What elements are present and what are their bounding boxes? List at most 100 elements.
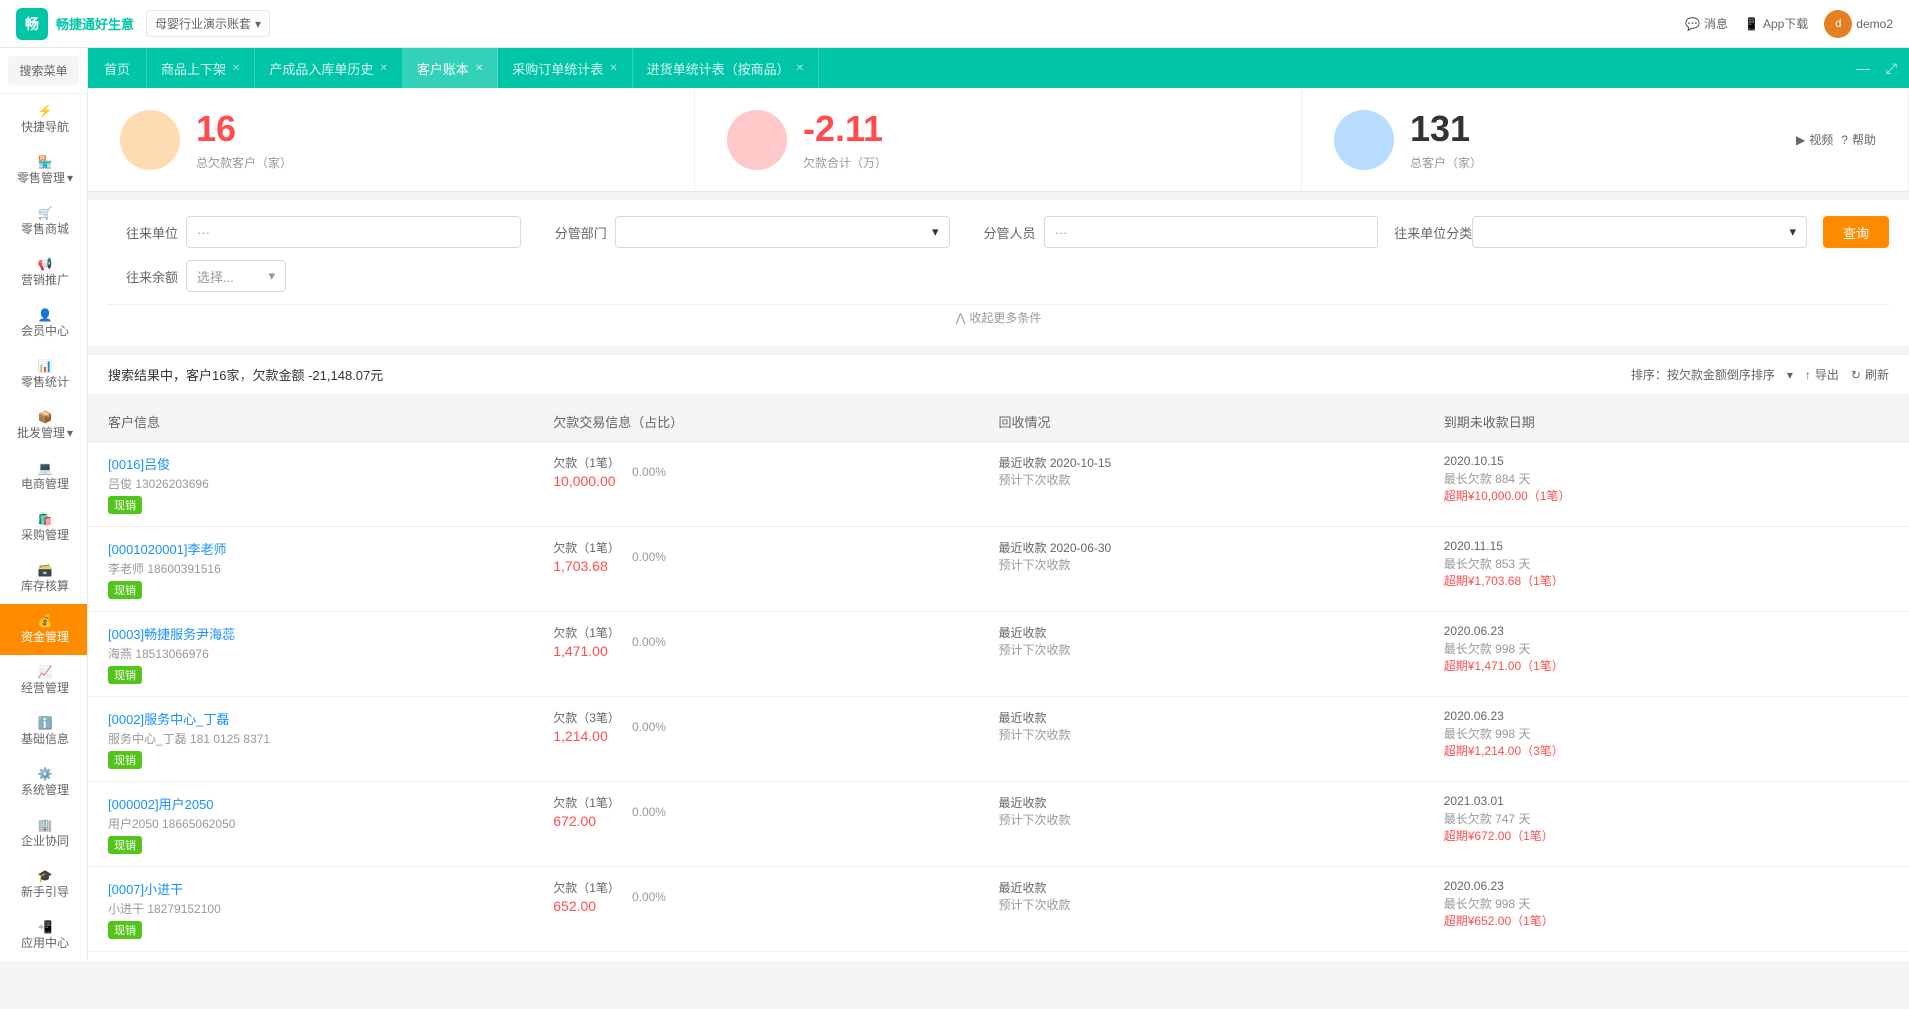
top-bar-left: 畅 畅捷通好生意 母婴行业演示账套 ▾ [16,8,270,40]
category-filter-label: 往来单位分类 [1394,223,1464,242]
result-info: 搜索结果中，客户16家，欠款金额 -21,148.07元 [108,365,383,384]
close-icon[interactable]: ✕ [796,63,804,74]
debt-count: 欠款（1笔） [553,624,620,641]
sidebar-item-ecommerce[interactable]: 💻 电商管理 [0,451,87,502]
debt-amount[interactable]: 652.00 [553,898,620,914]
manager-filter-input[interactable]: ··· [1044,216,1379,248]
dept-filter-select[interactable]: ▾ [615,216,950,248]
debt-total-label: 欠款合计（万） [803,154,887,171]
sidebar-item-operation[interactable]: 📈 经营管理 [0,655,87,706]
customer-name-link[interactable]: [0001020001]李老师 [108,539,553,558]
customer-tag: 现销 [108,921,142,939]
message-button[interactable]: 💬 消息 [1685,15,1728,32]
customer-phone: 用户2050 18665062050 [108,815,553,832]
collapse-label: 收起更多条件 [969,309,1041,326]
export-button[interactable]: ↑ 导出 [1805,366,1839,383]
close-icon[interactable]: ✕ [609,63,617,74]
sidebar-item-system[interactable]: ⚙️ 系统管理 [0,757,87,808]
customer-name-link[interactable]: [0016]吕俊 [108,454,553,473]
avatar: d [1824,10,1852,38]
sidebar-search-area: 搜索菜单 [0,48,87,94]
overdue-link[interactable]: 超期¥10,000.00（1笔） [1444,487,1889,504]
user-menu[interactable]: d demo2 [1824,10,1893,38]
customer-tag: 现销 [108,496,142,514]
sidebar-item-retail-store[interactable]: 🛒 零售商城 [0,196,87,247]
refresh-button[interactable]: ↻ 刷新 [1851,366,1889,383]
sidebar-item-member[interactable]: 👤 会员中心 [0,298,87,349]
debt-info-cell: 欠款（1笔） 1,703.68 0.00% [553,539,998,574]
debt-amount[interactable]: 1,214.00 [553,728,620,744]
overdue-link[interactable]: 超期¥1,703.68（1笔） [1444,572,1889,589]
customer-name-link[interactable]: [0002]服务中心_丁磊 [108,709,553,728]
customer-phone: 海燕 18513066976 [108,645,553,662]
search-menu-button[interactable]: 搜索菜单 [8,56,79,85]
tab-minimize-button[interactable]: — [1852,56,1874,80]
customer-name-link[interactable]: [0003]畅捷服务尹海蕊 [108,624,553,643]
debt-amount[interactable]: 10,000.00 [553,473,620,489]
customer-name-link[interactable]: [0007]小进干 [108,879,553,898]
basic-label: 基础信息 [11,730,79,747]
sidebar-item-retail-stats[interactable]: 📊 零售统计 [0,349,87,400]
svg-text:¥: ¥ [144,130,156,150]
tab-inbound[interactable]: 进货单统计表（按商品） ✕ [633,48,819,88]
video-button[interactable]: ▶ 视频 [1796,131,1833,148]
balance-filter-select[interactable]: 选择... ▾ [186,260,286,292]
logo-icon: 畅 [16,8,48,40]
svg-text:◇: ◇ [750,130,764,150]
top-bar: 畅 畅捷通好生意 母婴行业演示账套 ▾ 💬 消息 📱 App下载 d demo2 [0,0,1909,48]
sidebar-item-purchase[interactable]: 🛍️ 采购管理 [0,502,87,553]
debt-percent: 0.00% [632,635,666,649]
debt-count: 欠款（1笔） [553,794,620,811]
debt-amount[interactable]: 1,703.68 [553,558,620,574]
sidebar-item-enterprise[interactable]: 🏢 企业协同 [0,808,87,859]
sidebar-item-retail[interactable]: 🏪 零售管理 ▾ [0,145,87,196]
due-date: 2020.11.15 [1444,539,1889,553]
customer-filter-input[interactable]: ··· [186,216,521,248]
debt-percent: 0.00% [632,720,666,734]
due-date-cell: 2020.06.23 最长欠款 998 天 超期¥1,214.00（3笔） [1444,709,1889,759]
customer-input-dots: ··· [197,225,210,240]
help-button[interactable]: ? 帮助 [1841,131,1876,148]
category-filter-select[interactable]: ▾ [1472,216,1807,248]
overdue-link[interactable]: 超期¥1,214.00（3笔） [1444,742,1889,759]
sidebar-item-batch[interactable]: 📦 批发管理 ▾ [0,400,87,451]
sidebar-item-newbie[interactable]: 🎓 新手引导 [0,859,87,910]
purchase-icon: 🛍️ [11,512,79,526]
collapse-button[interactable]: ⋀ 收起更多条件 [108,304,1889,330]
sidebar-item-quick-nav[interactable]: ⚡ 快捷导航 [0,94,87,145]
overdue-link[interactable]: 超期¥672.00（1笔） [1444,827,1889,844]
sidebar-item-basic[interactable]: ℹ️ 基础信息 [0,706,87,757]
tab-purchase-order[interactable]: 采购订单统计表 ✕ [498,48,632,88]
debt-customers-label: 总欠款客户（家） [196,154,292,171]
store-selector[interactable]: 母婴行业演示账套 ▾ [146,10,270,37]
search-button[interactable]: 查询 [1823,216,1889,248]
close-icon[interactable]: ✕ [379,63,387,74]
tab-maximize-button[interactable]: ⤢ [1882,56,1901,81]
sidebar-item-apps[interactable]: 📲 应用中心 [0,910,87,961]
marketing-label: 营销推广 [11,271,79,288]
debt-total-value: -2.11 [803,108,887,150]
customer-name-link[interactable]: [000002]用户2050 [108,794,553,813]
debt-amount[interactable]: 672.00 [553,813,620,829]
sidebar-item-finance[interactable]: 💰 资金管理 [0,604,87,655]
tab-home[interactable]: 首页 [88,48,147,88]
customer-info-cell: [0003]畅捷服务尹海蕊 海燕 18513066976 现销 [108,624,553,684]
quick-nav-label: 快捷导航 [11,118,79,135]
overdue-link[interactable]: 超期¥1,471.00（1笔） [1444,657,1889,674]
filter-row-1: 往来单位 ··· 分管部门 ▾ 分管人员 ··· [108,216,1889,248]
debt-amount[interactable]: 1,471.00 [553,643,620,659]
retail-stats-label: 零售统计 [11,373,79,390]
close-icon[interactable]: ✕ [232,63,240,74]
sort-chevron-icon: ▾ [1787,368,1793,382]
sidebar-item-inventory[interactable]: 🗃️ 库存核算 [0,553,87,604]
store-icon: 🛒 [11,206,79,220]
main-wrapper: 首页 商品上下架 ✕ 产成品入库单历史 ✕ 客户账本 ✕ 采购订单统计表 ✕ 进… [88,48,1909,961]
overdue-link[interactable]: 超期¥652.00（1笔） [1444,912,1889,929]
close-icon[interactable]: ✕ [475,63,483,74]
sidebar-item-marketing[interactable]: 📢 营销推广 [0,247,87,298]
tab-products[interactable]: 商品上下架 ✕ [147,48,255,88]
tab-customer-account[interactable]: 客户账本 ✕ [403,48,498,88]
tab-production[interactable]: 产成品入库单历史 ✕ [255,48,402,88]
app-download-button[interactable]: 📱 App下载 [1744,15,1808,32]
mobile-icon: 📱 [1744,17,1759,31]
